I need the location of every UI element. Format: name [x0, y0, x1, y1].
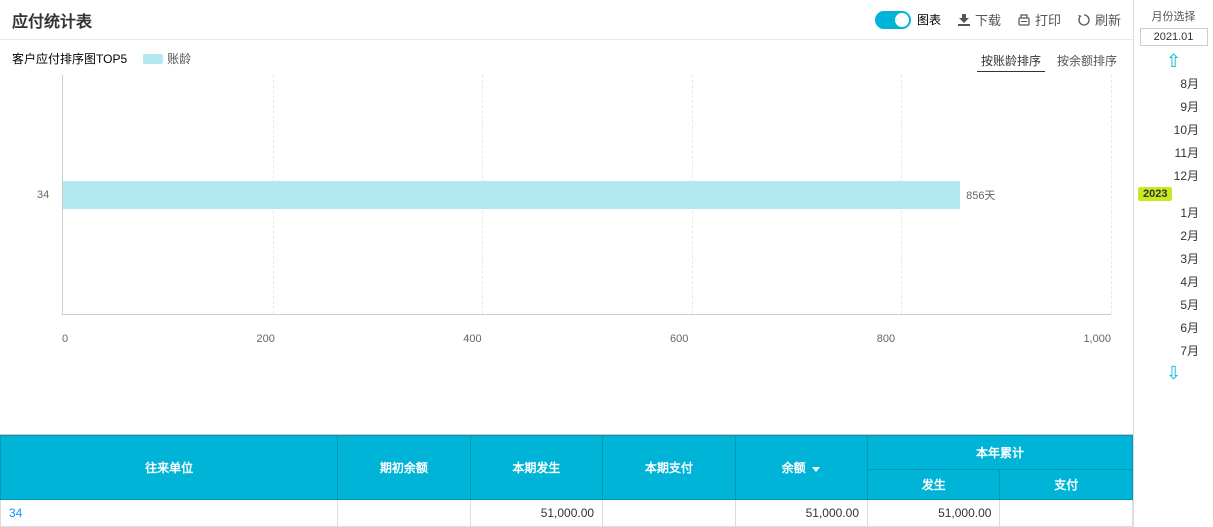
legend-color-box	[143, 54, 163, 64]
year-badge: 2023	[1138, 187, 1172, 201]
x-label: 0	[62, 333, 68, 345]
chart-section: 客户应付排序图TOP5 账龄 按账龄排序 按余额排序	[0, 40, 1133, 434]
cell-company: 34	[1, 500, 338, 527]
x-label: 200	[257, 333, 275, 345]
col-ytd-occurred-header: 发生	[868, 470, 1000, 500]
table-row: 34 51,000.00 51,000.00 51,000.00	[1, 500, 1133, 527]
cell-paid	[603, 500, 735, 527]
month-item-10: 10月	[1134, 118, 1213, 141]
data-table: 往来单位 期初余额 本期发生 本期支付 余额 本年累计 发生	[0, 435, 1133, 527]
x-label: 400	[463, 333, 481, 345]
company-link[interactable]: 34	[9, 506, 22, 520]
sidebar: 月份选择 ⇧ 8月 9月 10月 11月 12月 2023	[1133, 0, 1213, 527]
month-8[interactable]: 8月	[1174, 72, 1205, 95]
print-button[interactable]: 打印	[1017, 10, 1061, 29]
month-item-7: 7月	[1134, 339, 1213, 362]
cell-ytd-paid	[1000, 500, 1133, 527]
refresh-icon	[1077, 13, 1091, 27]
month-3[interactable]: 3月	[1174, 247, 1205, 270]
toggle-knob	[895, 13, 909, 27]
chart-plot: 34 856天	[62, 75, 1111, 315]
month-1-after-2023[interactable]	[1172, 191, 1184, 197]
chart-label: 图表	[917, 11, 941, 28]
month-9[interactable]: 9月	[1174, 95, 1205, 118]
sort-icon	[811, 464, 821, 474]
cell-opening	[338, 500, 470, 527]
year-badge-row: 2023	[1134, 187, 1213, 201]
grid-line	[1111, 75, 1112, 314]
legend-title: 客户应付排序图TOP5	[12, 50, 127, 67]
cell-ytd-occurred: 51,000.00	[868, 500, 1000, 527]
chart-toggle[interactable]	[875, 11, 911, 29]
chart-legend: 客户应付排序图TOP5 账龄	[12, 50, 1121, 67]
sidebar-down-button[interactable]: ⇩	[1166, 364, 1181, 382]
month-6[interactable]: 6月	[1174, 316, 1205, 339]
download-icon	[957, 13, 971, 27]
page-title: 应付统计表	[12, 8, 92, 32]
cell-occurred: 51,000.00	[470, 500, 602, 527]
col-occurred-header: 本期发生	[470, 436, 602, 500]
sidebar-up-button[interactable]: ⇧	[1166, 52, 1181, 70]
sidebar-month-header: 月份选择	[1152, 4, 1196, 28]
refresh-label: 刷新	[1095, 10, 1121, 29]
x-label: 800	[877, 333, 895, 345]
table-section: 往来单位 期初余额 本期发生 本期支付 余额 本年累计 发生	[0, 434, 1133, 527]
download-label: 下载	[975, 10, 1001, 29]
sort-by-amount-button[interactable]: 按余额排序	[1053, 50, 1121, 72]
header-actions: 图表 下载 打印 刷新	[875, 10, 1121, 29]
x-label: 1,000	[1083, 333, 1111, 345]
month-10[interactable]: 10月	[1168, 118, 1205, 141]
month-item-4: 4月	[1134, 270, 1213, 293]
month-item-8: 8月	[1134, 72, 1213, 95]
legend-color-label: 账龄	[167, 50, 191, 67]
cell-balance: 51,000.00	[735, 500, 867, 527]
month-item-2: 2月	[1134, 224, 1213, 247]
month-11[interactable]: 11月	[1169, 141, 1205, 164]
month-2[interactable]: 2月	[1174, 224, 1205, 247]
col-ytd-header: 本年累计	[868, 436, 1133, 470]
month-7[interactable]: 7月	[1174, 339, 1205, 362]
month-item-9: 9月	[1134, 95, 1213, 118]
legend-item: 账龄	[143, 50, 191, 67]
month-item-3: 3月	[1134, 247, 1213, 270]
col-balance-header: 余额	[735, 436, 867, 500]
table-header-row: 往来单位 期初余额 本期发生 本期支付 余额 本年累计	[1, 436, 1133, 470]
sidebar-months: 8月 9月 10月 11月 12月 2023 1月 2月	[1134, 72, 1213, 362]
col-company-header: 往来单位	[1, 436, 338, 500]
col-ytd-paid-header: 支付	[1000, 470, 1133, 500]
print-icon	[1017, 13, 1031, 27]
month-item-12: 12月	[1134, 164, 1213, 187]
col-opening-header: 期初余额	[338, 436, 470, 500]
download-button[interactable]: 下载	[957, 10, 1001, 29]
chart-toggle-group[interactable]: 图表	[875, 11, 941, 29]
chart-container: 34 856天 0 200 400 600 800 1,000	[12, 75, 1121, 345]
month-4[interactable]: 4月	[1174, 270, 1205, 293]
x-axis: 0 200 400 600 800 1,000	[62, 333, 1111, 345]
sidebar-year-input[interactable]	[1140, 28, 1208, 46]
page-header: 应付统计表 图表 下载 打印 刷新	[0, 0, 1133, 40]
month-item-5: 5月	[1134, 293, 1213, 316]
sort-by-balance-button[interactable]: 按账龄排序	[977, 50, 1045, 72]
month-item-11: 11月	[1134, 141, 1213, 164]
bar-value-label: 856天	[966, 187, 995, 203]
print-label: 打印	[1035, 10, 1061, 29]
sort-buttons: 按账龄排序 按余额排序	[977, 50, 1121, 72]
month-item-6: 6月	[1134, 316, 1213, 339]
refresh-button[interactable]: 刷新	[1077, 10, 1121, 29]
chart-bar: 34 856天	[63, 181, 960, 209]
bar-y-label: 34	[37, 189, 49, 201]
table-wrapper: 往来单位 期初余额 本期发生 本期支付 余额 本年累计 发生	[0, 435, 1133, 527]
month-5[interactable]: 5月	[1174, 293, 1205, 316]
x-label: 600	[670, 333, 688, 345]
month-item-1: 1月	[1134, 201, 1213, 224]
month-12[interactable]: 12月	[1168, 164, 1205, 187]
col-paid-header: 本期支付	[603, 436, 735, 500]
month-1[interactable]: 1月	[1174, 201, 1205, 224]
